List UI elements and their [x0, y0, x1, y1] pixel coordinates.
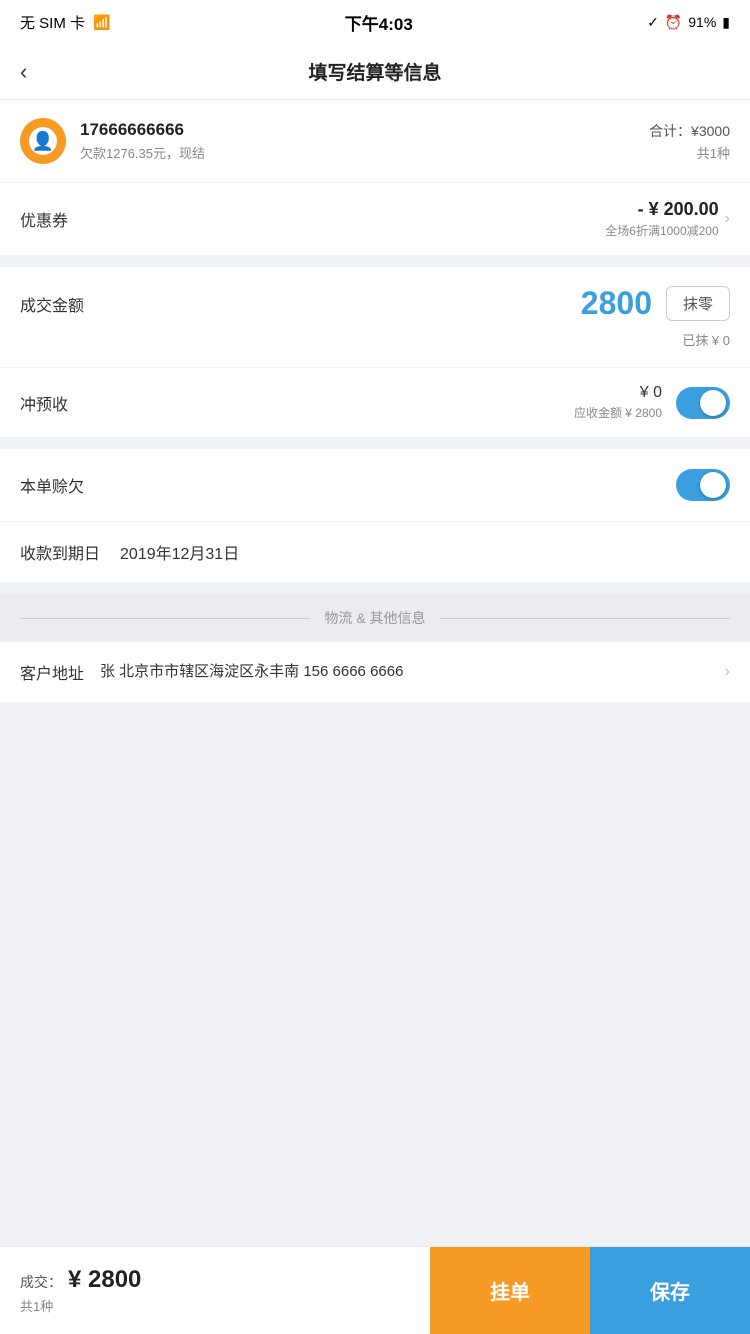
precollect-right: ¥ 0 应收金额 ¥ 2800: [574, 384, 730, 421]
address-card: 客户地址 张 北京市市辖区海淀区永丰南 156 6666 6666 ›: [0, 642, 750, 702]
precollect-amount: ¥ 0: [574, 384, 662, 402]
back-button[interactable]: ‹: [20, 59, 27, 85]
pending-button[interactable]: 挂单: [430, 1247, 590, 1334]
bottom-summary-label: 成交：: [20, 1272, 62, 1292]
precollect-label: 冲预收: [20, 391, 68, 415]
bottom-summary-count: 共1种: [20, 1296, 410, 1315]
round-button[interactable]: 抹零: [666, 286, 730, 321]
divider-line-right: [440, 618, 730, 619]
content: 👤 17666666666 欠款1276.35元，现结 合计：¥3000 共1种…: [0, 100, 750, 924]
customer-total: 合计：¥3000 共1种: [649, 121, 730, 162]
address-row[interactable]: 客户地址 张 北京市市辖区海淀区永丰南 156 6666 6666 ›: [0, 642, 750, 702]
status-bar: 无 SIM 卡 📶 下午4:03 ✓ ⏰ 91% ▮: [0, 0, 750, 44]
coupon-right: - ¥ 200.00 全场6折满1000减200 ›: [605, 199, 730, 239]
battery-icon: ▮: [722, 14, 730, 31]
avatar-person-icon: 👤: [32, 131, 54, 152]
due-date-row: 收款到期日 2019年12月31日: [0, 521, 750, 582]
status-time: 下午4:03: [345, 10, 413, 35]
total-amount-label: 合计：¥3000: [649, 121, 730, 141]
precollect-toggle[interactable]: [676, 387, 730, 419]
logistics-divider: 物流 & 其他信息: [0, 594, 750, 642]
bottom-summary-amount: ¥ 2800: [68, 1266, 141, 1294]
amount-row: 成交金额 2800 抹零: [20, 285, 730, 322]
debt-row: 本单赊欠: [0, 449, 750, 521]
bottom-summary: 成交： ¥ 2800 共1种: [0, 1266, 430, 1315]
coupon-info: - ¥ 200.00 全场6折满1000减200: [605, 199, 718, 239]
status-right: ✓ ⏰ 91% ▮: [647, 14, 730, 31]
debt-toggle-knob: [700, 472, 726, 498]
customer-phone: 17666666666: [80, 120, 205, 140]
status-left: 无 SIM 卡 📶: [20, 12, 110, 33]
coupon-label: 优惠券: [20, 207, 68, 231]
location-icon: ✓: [647, 14, 659, 31]
wifi-icon: 📶: [93, 14, 110, 31]
debt-label: 本单赊欠: [20, 473, 84, 497]
due-date-label: 收款到期日: [20, 540, 100, 564]
customer-left: 👤 17666666666 欠款1276.35元，现结: [20, 118, 205, 164]
amount-label: 成交金额: [20, 292, 84, 316]
amount-sub: 已抹 ¥ 0: [20, 330, 730, 349]
coupon-chevron-icon: ›: [725, 210, 730, 228]
amount-value-row: 2800 抹零: [581, 285, 730, 322]
precollect-sub: 应收金额 ¥ 2800: [574, 404, 662, 421]
coupon-row[interactable]: 优惠券 - ¥ 200.00 全场6折满1000减200 ›: [0, 182, 750, 255]
bottom-summary-top: 成交： ¥ 2800: [20, 1266, 410, 1294]
gray-spacer: [0, 714, 750, 834]
battery-label: 91%: [688, 14, 716, 30]
total-count-label: 共1种: [649, 143, 730, 162]
coupon-desc: 全场6折满1000减200: [605, 222, 718, 239]
due-date-value: 2019年12月31日: [120, 540, 239, 564]
bottom-bar: 成交： ¥ 2800 共1种 挂单 保存: [0, 1246, 750, 1334]
debt-toggle[interactable]: [676, 469, 730, 501]
save-button[interactable]: 保存: [590, 1247, 750, 1334]
debt-card: 本单赊欠 收款到期日 2019年12月31日: [0, 449, 750, 582]
divider-text: 物流 & 其他信息: [324, 608, 425, 628]
alarm-icon: ⏰: [665, 14, 682, 31]
address-chevron-icon: ›: [725, 663, 730, 681]
address-label: 客户地址: [20, 660, 90, 684]
customer-card: 👤 17666666666 欠款1276.35元，现结 合计：¥3000 共1种…: [0, 100, 750, 255]
page-title: 填写结算等信息: [308, 58, 441, 85]
customer-row: 👤 17666666666 欠款1276.35元，现结 合计：¥3000 共1种: [0, 100, 750, 182]
address-value: 张 北京市市辖区海淀区永丰南 156 6666 6666: [100, 661, 725, 684]
amount-card: 成交金额 2800 抹零 已抹 ¥ 0 冲预收 ¥ 0 应收金额 ¥ 2800: [0, 267, 750, 437]
toggle-knob: [700, 390, 726, 416]
divider-line-left: [20, 618, 310, 619]
sim-label: 无 SIM 卡: [20, 12, 85, 33]
precollect-row: 冲预收 ¥ 0 应收金额 ¥ 2800: [0, 367, 750, 437]
amount-section: 成交金额 2800 抹零 已抹 ¥ 0: [0, 267, 750, 367]
coupon-amount: - ¥ 200.00: [605, 199, 718, 220]
customer-debt: 欠款1276.35元，现结: [80, 143, 205, 162]
avatar: 👤: [20, 118, 66, 164]
customer-info: 17666666666 欠款1276.35元，现结: [80, 120, 205, 162]
nav-bar: ‹ 填写结算等信息: [0, 44, 750, 100]
bottom-actions: 挂单 保存: [430, 1247, 750, 1334]
amount-number: 2800: [581, 285, 652, 322]
precollect-value: ¥ 0 应收金额 ¥ 2800: [574, 384, 662, 421]
